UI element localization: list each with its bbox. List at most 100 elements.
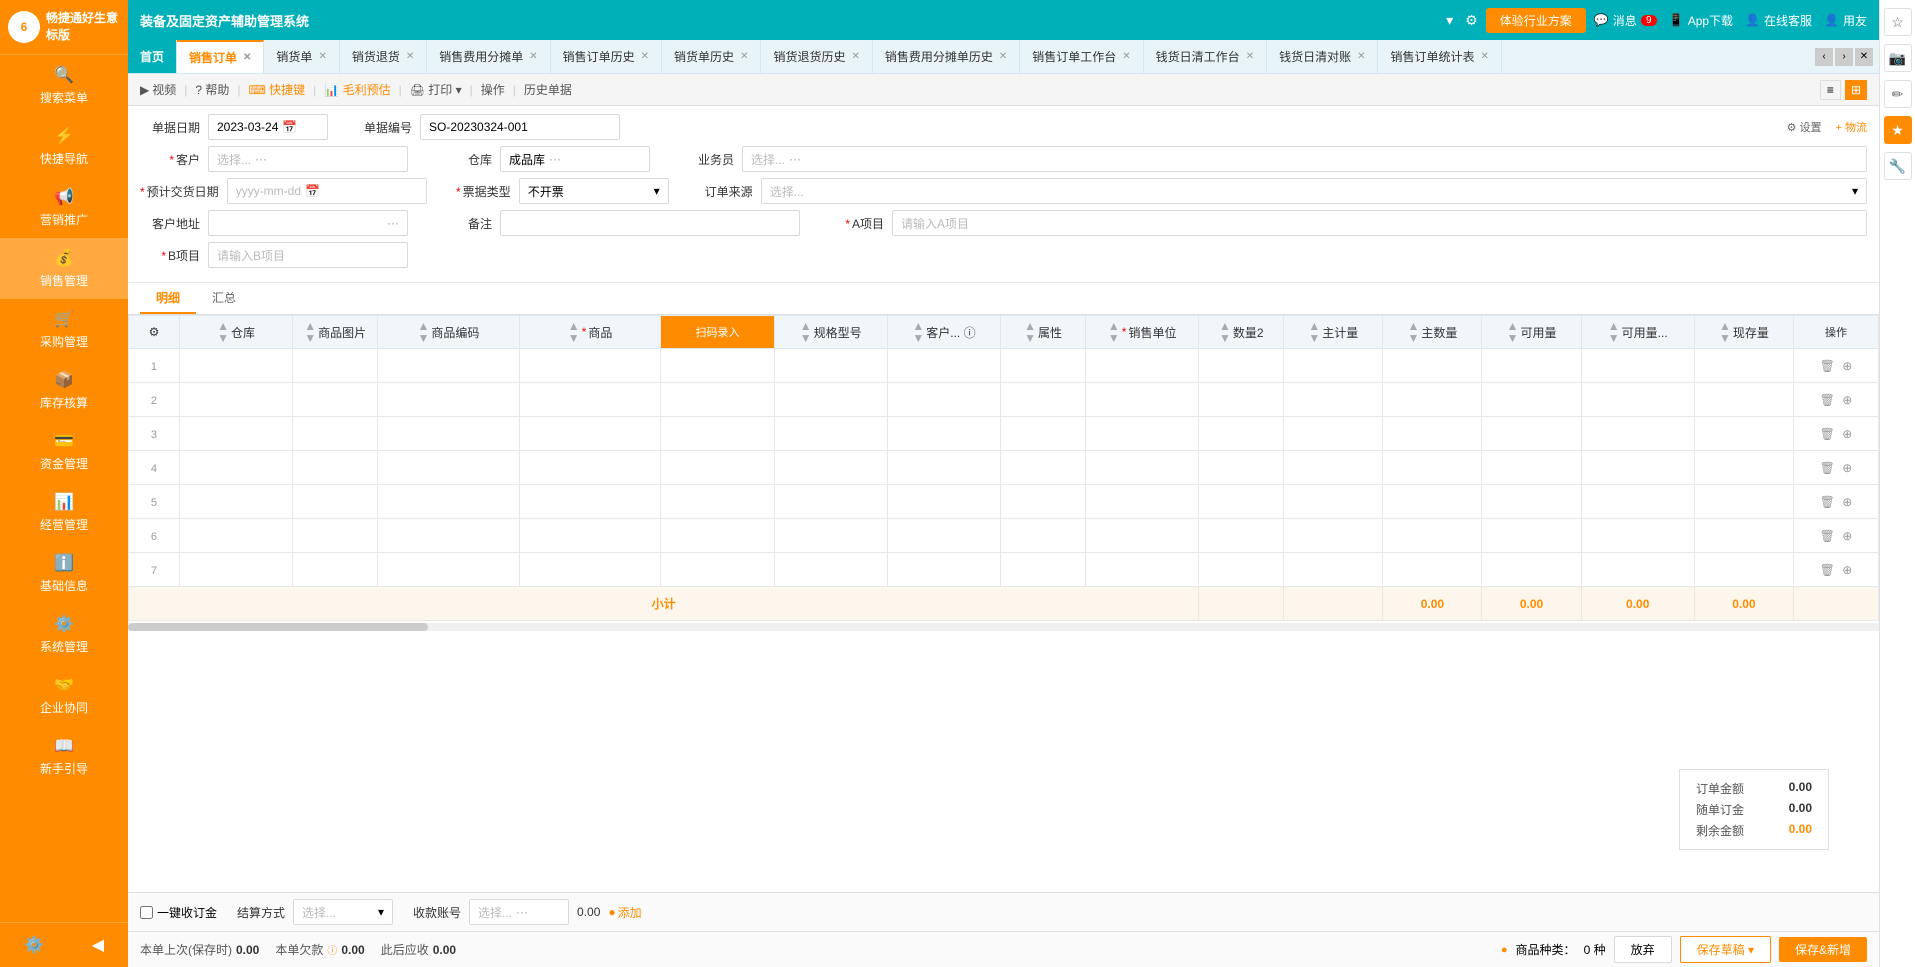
settlement-select[interactable]: 选择... ▾ [293,899,393,925]
cell-spec[interactable] [774,349,887,383]
salesperson-more-icon[interactable]: ··· [789,152,801,166]
right-panel-edit-btn[interactable]: ✏ [1884,80,1912,108]
scrollbar-thumb[interactable] [128,623,428,631]
sidebar-item-system[interactable]: ⚙️ 系统管理 [0,604,128,665]
cell-avail[interactable] [1482,349,1581,383]
tab-close-icon[interactable]: ✕ [740,51,748,62]
warehouse-input[interactable]: 成品库 ··· [500,146,650,172]
toolbar-history[interactable]: 历史单据 [524,81,572,98]
copy-icon[interactable]: ⊕ [1842,495,1852,509]
discard-button[interactable]: 放弃 [1614,936,1672,963]
toolbar-operations[interactable]: 操作 [481,81,505,98]
copy-icon[interactable]: ⊕ [1842,393,1852,407]
tab-stats[interactable]: 销售订单统计表 ✕ [1378,40,1501,74]
cell-customer-code[interactable] [887,349,1000,383]
cell-img[interactable] [293,349,378,383]
order-input[interactable]: SO-20230324-001 [420,114,620,140]
cell-main-unit[interactable] [1284,383,1383,417]
tab-close-icon[interactable]: ✕ [1357,51,1365,62]
save-new-button[interactable]: 保存&新增 [1779,937,1867,962]
add-button[interactable]: ● 添加 [608,904,641,921]
delete-icon[interactable]: 🗑 [1820,563,1835,577]
copy-icon[interactable]: ⊕ [1842,461,1852,475]
settings-gear-icon[interactable]: ⚙ [1465,12,1478,29]
tab-expense-history[interactable]: 销售费用分摊单历史 ✕ [873,40,1020,74]
cell-code[interactable] [378,349,520,383]
tab-home[interactable]: 首页 [128,40,177,74]
tab-close-icon[interactable]: ✕ [1246,51,1254,62]
view-list-button[interactable]: ≡ [1820,80,1841,100]
right-panel-camera-btn[interactable]: 📷 [1884,44,1912,72]
sidebar-item-finance[interactable]: 💳 资金管理 [0,421,128,482]
right-panel-star-btn[interactable]: ☆ [1884,8,1912,36]
tab-invoice-history[interactable]: 销货单历史 ✕ [662,40,761,74]
online-service-item[interactable]: 👤 在线客服 [1745,12,1812,29]
info-icon[interactable]: ⓘ [327,942,337,957]
cell-qty2[interactable] [1199,349,1284,383]
tab-close-icon[interactable]: ✕ [529,51,537,62]
sidebar-item-enterprise[interactable]: 🤝 企业协同 [0,665,128,726]
tab-daily-clear[interactable]: 钱货日清工作台 ✕ [1144,40,1267,74]
address-more-icon[interactable]: ··· [387,216,399,230]
sidebar-item-sales[interactable]: 💰 销售管理 [0,238,128,299]
toolbar-video[interactable]: ▶ 视频 [140,81,176,98]
cell-product[interactable] [519,349,661,383]
receipt-select[interactable]: 选择... ··· [469,899,569,925]
tab-sales-expense[interactable]: 销售费用分摊单 ✕ [427,40,550,74]
user-item[interactable]: 👤 用友 [1824,12,1867,29]
nav-more-button[interactable]: ✕ [1855,48,1873,66]
nav-next-button[interactable]: › [1835,48,1853,66]
cell-avail2[interactable] [1581,383,1694,417]
customer-input[interactable]: 选择... ··· [208,146,408,172]
tab-close-icon[interactable]: ✕ [406,51,414,62]
cell-avail2[interactable] [1581,349,1694,383]
calendar2-icon[interactable]: 📅 [305,184,320,198]
cell-warehouse[interactable] [179,417,292,451]
right-panel-bookmark-btn[interactable]: ★ [1884,116,1912,144]
delete-icon[interactable]: 🗑 [1820,461,1835,475]
tab-sales-return[interactable]: 销货退货 ✕ [340,40,427,74]
delete-icon[interactable]: 🗑 [1820,393,1835,407]
cell-stock[interactable] [1694,349,1793,383]
tab-close-icon[interactable]: ✕ [243,52,251,63]
b-project-input[interactable]: 请输入B项目 [208,242,408,268]
tab-close-icon[interactable]: ✕ [851,51,859,62]
view-grid-button[interactable]: ⊞ [1845,80,1867,100]
sidebar-item-quick[interactable]: ⚡ 快捷导航 [0,116,128,177]
toolbar-profit[interactable]: 📊 毛利预估 [324,81,390,98]
cell-warehouse[interactable] [179,349,292,383]
delete-icon[interactable]: 🗑 [1820,495,1835,509]
sidebar-item-search[interactable]: 🔍 搜索菜单 [0,55,128,116]
toolbar-shortcuts[interactable]: ⌨ 快捷键 [249,81,306,98]
cell-img[interactable] [293,383,378,417]
cell-attr[interactable] [1001,349,1086,383]
cell-warehouse[interactable] [179,383,292,417]
cell-main-qty[interactable] [1383,349,1482,383]
sidebar-item-marketing[interactable]: 📢 营销推广 [0,177,128,238]
calendar-icon[interactable]: 📅 [282,120,297,134]
sidebar-item-basic[interactable]: ℹ️ 基础信息 [0,543,128,604]
invoice-select[interactable]: 不开票 ▾ [519,178,669,204]
tab-close-icon[interactable]: ✕ [999,51,1007,62]
save-draft-button[interactable]: 保存草稿 ▾ [1680,936,1771,963]
cell-avail[interactable] [1482,383,1581,417]
receipt-more-icon[interactable]: ··· [516,905,528,919]
cell-scan[interactable] [661,349,774,383]
cell-attr[interactable] [1001,383,1086,417]
tab-reconcile[interactable]: 钱货日清对账 ✕ [1267,40,1378,74]
tab-detail[interactable]: 明细 [140,283,196,314]
delete-icon[interactable]: 🗑 [1820,427,1835,441]
order-source-select[interactable]: 选择... ▾ [761,178,1867,204]
industry-solution-button[interactable]: 体验行业方案 [1486,8,1586,33]
cell-main-qty[interactable] [1383,383,1482,417]
customer-more-icon[interactable]: ··· [255,152,267,166]
message-icon-item[interactable]: 💬 消息 9 [1594,12,1657,29]
tab-close-icon[interactable]: ✕ [318,51,326,62]
right-goods-button[interactable]: + 物流 [1836,119,1867,135]
settings-bottom-icon[interactable]: ⚙️ [20,931,48,959]
sidebar-item-inventory[interactable]: 📦 库存核算 [0,360,128,421]
copy-icon[interactable]: ⊕ [1842,359,1852,373]
delete-icon[interactable]: 🗑 [1820,359,1835,373]
cell-spec[interactable] [774,383,887,417]
tab-close-icon[interactable]: ✕ [641,51,649,62]
